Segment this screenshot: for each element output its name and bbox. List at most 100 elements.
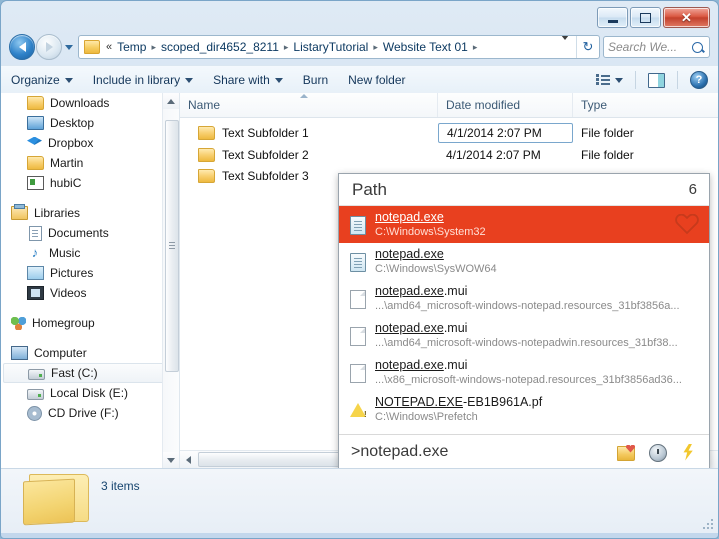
back-button[interactable]: [9, 34, 35, 60]
videos-icon: [27, 286, 44, 300]
favorite-heart-icon[interactable]: [675, 214, 699, 235]
sidebar-item-fast-c[interactable]: Fast (C:): [3, 363, 177, 383]
column-header-name[interactable]: Name: [180, 93, 438, 117]
breadcrumb-sep[interactable]: ▸: [371, 42, 380, 53]
breadcrumb-overflow[interactable]: «: [104, 41, 114, 53]
refresh-button[interactable]: ↻: [576, 36, 599, 58]
new-folder-label: New folder: [348, 73, 406, 87]
file-icon: [350, 289, 367, 309]
sidebar-item-martin[interactable]: Martin: [1, 153, 179, 173]
column-header-type[interactable]: Type: [573, 93, 718, 117]
address-dropdown-button[interactable]: [554, 36, 576, 54]
resize-grip[interactable]: [703, 519, 715, 531]
listary-query[interactable]: >notepad.exe: [351, 443, 448, 461]
minimize-button[interactable]: [597, 7, 628, 28]
sidebar-item-computer[interactable]: Computer: [1, 343, 179, 363]
file-icon: [350, 326, 367, 346]
sidebar-item-label: CD Drive (F:): [48, 406, 119, 420]
table-row[interactable]: Text Subfolder 2 4/1/2014 2:07 PM File f…: [180, 145, 634, 165]
sidebar-item-music[interactable]: ♪ Music: [1, 243, 179, 263]
breadcrumb-sep[interactable]: ▸: [282, 42, 291, 53]
listary-header-title: Path: [352, 179, 387, 199]
favorites-icon[interactable]: [617, 443, 635, 461]
close-button[interactable]: ✕: [663, 7, 710, 28]
breadcrumb-sep[interactable]: ▸: [149, 42, 158, 53]
list-item[interactable]: notepad.exe C:\Windows\System32: [339, 206, 709, 243]
navigation-pane[interactable]: Downloads Desktop Dropbox Martin hubiC L…: [1, 93, 180, 468]
folder-icon: [27, 96, 44, 110]
scroll-up-button[interactable]: [163, 93, 179, 109]
title-bar: ✕: [1, 1, 718, 31]
new-folder-button[interactable]: New folder: [338, 66, 415, 94]
drive-icon: [27, 388, 44, 400]
sidebar-item-cd-drive-f[interactable]: CD Drive (F:): [1, 403, 179, 423]
sidebar-item-dropbox[interactable]: Dropbox: [1, 133, 179, 153]
breadcrumb-item-1[interactable]: scoped_dir4652_8211: [158, 40, 282, 54]
list-item[interactable]: notepad.exe.mui ...\amd64_microsoft-wind…: [339, 280, 709, 317]
include-in-library-button[interactable]: Include in library: [83, 66, 203, 94]
scrollbar-thumb[interactable]: [165, 120, 179, 372]
file-name-label: Text Subfolder 3: [222, 169, 309, 183]
scroll-down-button[interactable]: [163, 452, 179, 468]
result-name: notepad.exe.mui: [375, 284, 468, 298]
breadcrumb-sep[interactable]: ▸: [471, 42, 480, 53]
list-item[interactable]: notepad.exe.mui ...\amd64_microsoft-wind…: [339, 317, 709, 354]
chevron-down-icon: [64, 77, 73, 83]
address-input[interactable]: « Temp ▸ scoped_dir4652_8211 ▸ ListaryTu…: [78, 35, 600, 59]
breadcrumb-item-0[interactable]: Temp: [114, 40, 149, 54]
share-with-button[interactable]: Share with: [203, 66, 293, 94]
search-input[interactable]: Search We...: [608, 40, 692, 54]
show-preview-pane-button[interactable]: [646, 72, 667, 88]
sidebar-item-pictures[interactable]: Pictures: [1, 263, 179, 283]
result-path: ...\amd64_microsoft-windows-notepad.reso…: [375, 300, 680, 312]
listary-search-bar[interactable]: >notepad.exe: [339, 434, 709, 468]
file-type-cell: File folder: [581, 148, 634, 162]
recent-locations-button[interactable]: [62, 35, 76, 59]
scroll-left-button[interactable]: [180, 451, 197, 468]
nav-pane-scrollbar[interactable]: [162, 93, 179, 468]
sidebar-item-documents[interactable]: Documents: [1, 223, 179, 243]
forward-button[interactable]: [36, 34, 62, 60]
listary-results-list: notepad.exe C:\Windows\System32 notepad.…: [339, 206, 709, 434]
list-item[interactable]: notepad.exe C:\Windows\SysWOW64: [339, 243, 709, 280]
sidebar-item-downloads[interactable]: Downloads: [1, 93, 179, 113]
sidebar-item-hubic[interactable]: hubiC: [1, 173, 179, 193]
chevron-down-icon: [185, 77, 194, 83]
sidebar-item-label: hubiC: [50, 176, 82, 190]
list-item[interactable]: NOTEPAD.EXE-EB1B961A.pf C:\Windows\Prefe…: [339, 391, 709, 428]
breadcrumb-item-2[interactable]: ListaryTutorial: [290, 40, 371, 54]
breadcrumb-item-3[interactable]: Website Text 01: [380, 40, 471, 54]
sort-ascending-icon: [300, 94, 308, 98]
warning-icon: [350, 400, 367, 419]
organize-label: Organize: [11, 73, 60, 87]
organize-button[interactable]: Organize: [1, 66, 83, 94]
commands-icon[interactable]: [681, 443, 699, 461]
chevron-down-icon: [615, 77, 623, 83]
search-box[interactable]: Search We...: [603, 36, 710, 58]
history-icon[interactable]: [649, 443, 667, 462]
list-item[interactable]: notepad.exe.mui ...\x86_microsoft-window…: [339, 354, 709, 391]
help-button[interactable]: ?: [688, 71, 710, 89]
change-view-button[interactable]: [594, 74, 625, 86]
burn-button[interactable]: Burn: [293, 66, 338, 94]
sidebar-item-label: Videos: [50, 286, 87, 300]
result-path: C:\Windows\Prefetch: [375, 411, 478, 423]
sidebar-item-libraries[interactable]: Libraries: [1, 203, 179, 223]
result-text: notepad.exe.mui ...\amd64_microsoft-wind…: [375, 321, 699, 350]
folder-icon: [27, 156, 44, 170]
sidebar-item-label: Desktop: [50, 116, 95, 130]
result-name: notepad.exe.mui: [375, 358, 468, 372]
view-layout-icon: [596, 74, 610, 86]
sidebar-item-videos[interactable]: Videos: [1, 283, 179, 303]
search-icon: [692, 41, 703, 53]
sidebar-item-desktop[interactable]: Desktop: [1, 113, 179, 133]
table-row[interactable]: Text Subfolder 1 4/1/2014 2:07 PM File f…: [180, 123, 634, 143]
sidebar-item-local-disk-e[interactable]: Local Disk (E:): [1, 383, 179, 403]
maximize-button[interactable]: [630, 7, 661, 28]
sidebar-item-homegroup[interactable]: Homegroup: [1, 313, 179, 333]
column-header-date-modified[interactable]: Date modified: [438, 93, 573, 117]
listary-popup[interactable]: Path 6 notepad.exe C:\Windows\System32 n…: [338, 173, 710, 469]
result-name: notepad.exe: [375, 210, 444, 224]
command-toolbar: Organize Include in library Share with B…: [1, 65, 718, 95]
